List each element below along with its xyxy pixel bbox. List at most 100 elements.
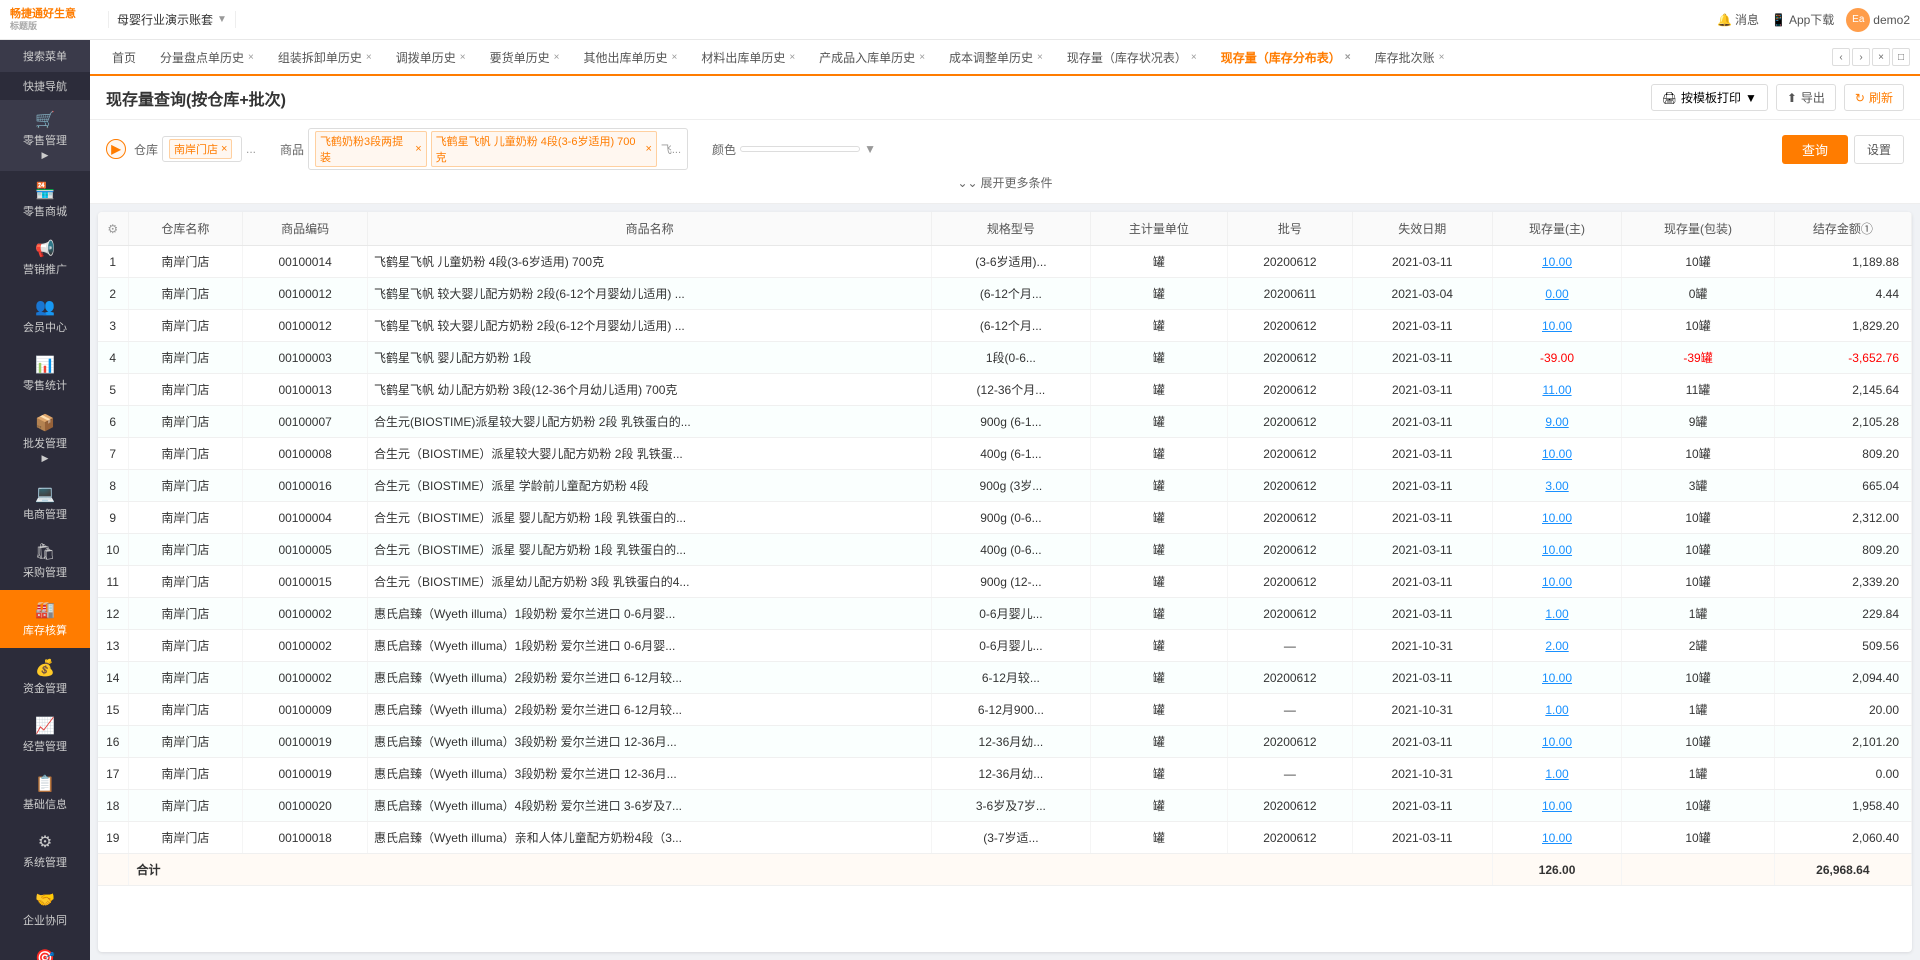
nav-tab-requisition[interactable]: 要货单历史 × — [478, 40, 572, 76]
sidebar-item-inventory[interactable]: 🏭 库存核算 — [0, 590, 90, 648]
table-footer-row: 合计 126.00 26,968.64 — [98, 854, 1912, 886]
cell-stock-main[interactable]: 1.00 — [1492, 758, 1622, 790]
refresh-button[interactable]: ↻ 刷新 — [1844, 84, 1904, 111]
nav-tab-assembly[interactable]: 组装拆卸单历史 × — [266, 40, 384, 76]
sidebar-item-system[interactable]: ⚙ 系统管理 — [0, 822, 90, 880]
cell-spec: (6-12个月... — [932, 310, 1091, 342]
search-menu-button[interactable]: 搜索菜单 — [0, 40, 90, 72]
filter-toggle-button[interactable]: ▶ — [106, 139, 126, 159]
cell-stock-main[interactable]: 10.00 — [1492, 534, 1622, 566]
cell-stock-main[interactable]: 10.00 — [1492, 246, 1622, 278]
sidebar-item-basic-info[interactable]: 📋 基础信息 — [0, 764, 90, 822]
expand-more-button[interactable]: ⌄⌄ 展开更多条件 — [957, 174, 1052, 191]
sidebar-item-ecommerce[interactable]: 💻 电商管理 — [0, 474, 90, 532]
nav-tab-batch-account[interactable]: 库存批次账 × — [1363, 40, 1457, 76]
cell-expire: 2021-10-31 — [1352, 758, 1492, 790]
cell-warehouse: 南岸门店 — [128, 278, 243, 310]
close-icon[interactable]: × — [919, 52, 925, 63]
cell-stock-main[interactable]: -39.00 — [1492, 342, 1622, 374]
cell-batch: 20200612 — [1227, 310, 1352, 342]
nav-next-button[interactable]: › — [1852, 48, 1870, 66]
cell-batch: 20200612 — [1227, 438, 1352, 470]
warehouse-tag-close[interactable]: × — [221, 143, 227, 155]
nav-tab-other-out[interactable]: 其他出库单历史 × — [571, 40, 689, 76]
query-button[interactable]: 查询 — [1782, 135, 1848, 164]
cell-stock-main[interactable]: 10.00 — [1492, 662, 1622, 694]
product-tag-2-close[interactable]: × — [645, 143, 651, 155]
product-tag-1-close[interactable]: × — [415, 143, 421, 155]
nav-tab-material-out[interactable]: 材料出库单历史 × — [689, 40, 807, 76]
product-tag-box[interactable]: 飞鹤奶粉3段两提装 × 飞鹤星飞帆 儿童奶粉 4段(3-6岁适用) 700克 ×… — [308, 128, 688, 170]
cell-stock-main[interactable]: 10.00 — [1492, 502, 1622, 534]
sidebar-item-enterprise[interactable]: 🤝 企业协同 — [0, 880, 90, 938]
nav-tab-stock-dist[interactable]: 现存量（库存分布表） × — [1209, 40, 1363, 76]
sidebar-item-retail-mall[interactable]: 🏪 零售商城 — [0, 171, 90, 229]
cell-amount: 2,312.00 — [1774, 502, 1911, 534]
cell-stock-main[interactable]: 0.00 — [1492, 278, 1622, 310]
sidebar-item-retail-stats[interactable]: 📊 零售统计 — [0, 345, 90, 403]
sidebar-item-guide[interactable]: 🎯 新手引导 — [0, 938, 90, 960]
message-button[interactable]: 🔔 消息 — [1717, 11, 1759, 28]
close-icon[interactable]: × — [1037, 52, 1043, 63]
th-expire: 失效日期 — [1352, 212, 1492, 246]
quick-nav-button[interactable]: 快捷导航 — [0, 72, 90, 100]
cell-stock-main[interactable]: 10.00 — [1492, 310, 1622, 342]
cell-stock-main[interactable]: 2.00 — [1492, 630, 1622, 662]
close-icon[interactable]: × — [671, 52, 677, 63]
sidebar-item-operations[interactable]: 📈 经营管理 — [0, 706, 90, 764]
cell-stock-main[interactable]: 3.00 — [1492, 470, 1622, 502]
cell-stock-main[interactable]: 9.00 — [1492, 406, 1622, 438]
cell-code: 00100015 — [243, 566, 368, 598]
nav-tab-cost-adjust[interactable]: 成本调整单历史 × — [937, 40, 1055, 76]
cell-stock-main[interactable]: 10.00 — [1492, 790, 1622, 822]
sidebar-item-wholesale[interactable]: 📦 批发管理 ▶ — [0, 403, 90, 474]
cell-warehouse: 南岸门店 — [128, 534, 243, 566]
warehouse-tag-box[interactable]: 南岸门店 × — [162, 136, 242, 162]
cell-stock-main[interactable]: 10.00 — [1492, 726, 1622, 758]
close-icon[interactable]: × — [1345, 52, 1351, 63]
sidebar-item-purchase[interactable]: 🛍 采购管理 — [0, 532, 90, 590]
nav-prev-button[interactable]: ‹ — [1832, 48, 1850, 66]
nav-tab-home[interactable]: 首页 — [100, 40, 148, 76]
close-icon[interactable]: × — [1439, 52, 1445, 63]
close-icon[interactable]: × — [460, 52, 466, 63]
cell-stock-main[interactable]: 10.00 — [1492, 822, 1622, 854]
close-icon[interactable]: × — [554, 52, 560, 63]
template-print-button[interactable]: 🖨 按模板打印 ▼ — [1651, 84, 1768, 111]
cell-stock-main[interactable]: 1.00 — [1492, 694, 1622, 726]
nav-tab-product-in[interactable]: 产成品入库单历史 × — [807, 40, 937, 76]
main-layout: 搜索菜单 快捷导航 🛒 零售管理 ▶ 🏪 零售商城 📢 营销推广 👥 会员中心 … — [0, 40, 1920, 960]
cell-stock-main[interactable]: 10.00 — [1492, 438, 1622, 470]
cell-stock-main[interactable]: 11.00 — [1492, 374, 1622, 406]
user-menu[interactable]: Ea demo2 — [1846, 8, 1910, 32]
cell-unit: 罐 — [1090, 278, 1227, 310]
account-dropdown[interactable]: 母婴行业演示账套 ▼ — [108, 11, 236, 28]
cell-stock-main[interactable]: 10.00 — [1492, 566, 1622, 598]
cell-code: 00100012 — [243, 278, 368, 310]
footer-empty — [1622, 854, 1774, 886]
cell-unit: 罐 — [1090, 758, 1227, 790]
th-settings[interactable]: ⚙ — [98, 212, 128, 246]
nav-tab-transfer[interactable]: 调拨单历史 × — [384, 40, 478, 76]
sidebar-item-retail-management[interactable]: 🛒 零售管理 ▶ — [0, 100, 90, 171]
sidebar-item-member[interactable]: 👥 会员中心 — [0, 287, 90, 345]
nav-tab-stock-status[interactable]: 现存量（库存状况表） × — [1055, 40, 1209, 76]
nav-maximize-button[interactable]: □ — [1892, 48, 1910, 66]
cell-unit: 罐 — [1090, 406, 1227, 438]
sidebar-item-finance[interactable]: 💰 资金管理 — [0, 648, 90, 706]
message-icon: 🔔 — [1717, 13, 1732, 27]
color-tag-box[interactable] — [740, 146, 860, 152]
app-download-button[interactable]: 📱 App下载 — [1771, 11, 1834, 28]
close-icon[interactable]: × — [248, 52, 254, 63]
nav-close-tab-button[interactable]: × — [1872, 48, 1890, 66]
cell-stock-main[interactable]: 1.00 — [1492, 598, 1622, 630]
close-icon[interactable]: × — [1191, 52, 1197, 63]
sidebar-item-marketing[interactable]: 📢 营销推广 — [0, 229, 90, 287]
close-icon[interactable]: × — [366, 52, 372, 63]
export-button[interactable]: ⬆ 导出 — [1776, 84, 1836, 111]
nav-tab-inventory-count[interactable]: 分量盘点单历史 × — [148, 40, 266, 76]
warehouse-more-options[interactable]: ... — [246, 142, 256, 156]
close-icon[interactable]: × — [789, 52, 795, 63]
settings-button[interactable]: 设置 — [1854, 135, 1904, 164]
settings-icon[interactable]: ⚙ — [107, 222, 118, 236]
